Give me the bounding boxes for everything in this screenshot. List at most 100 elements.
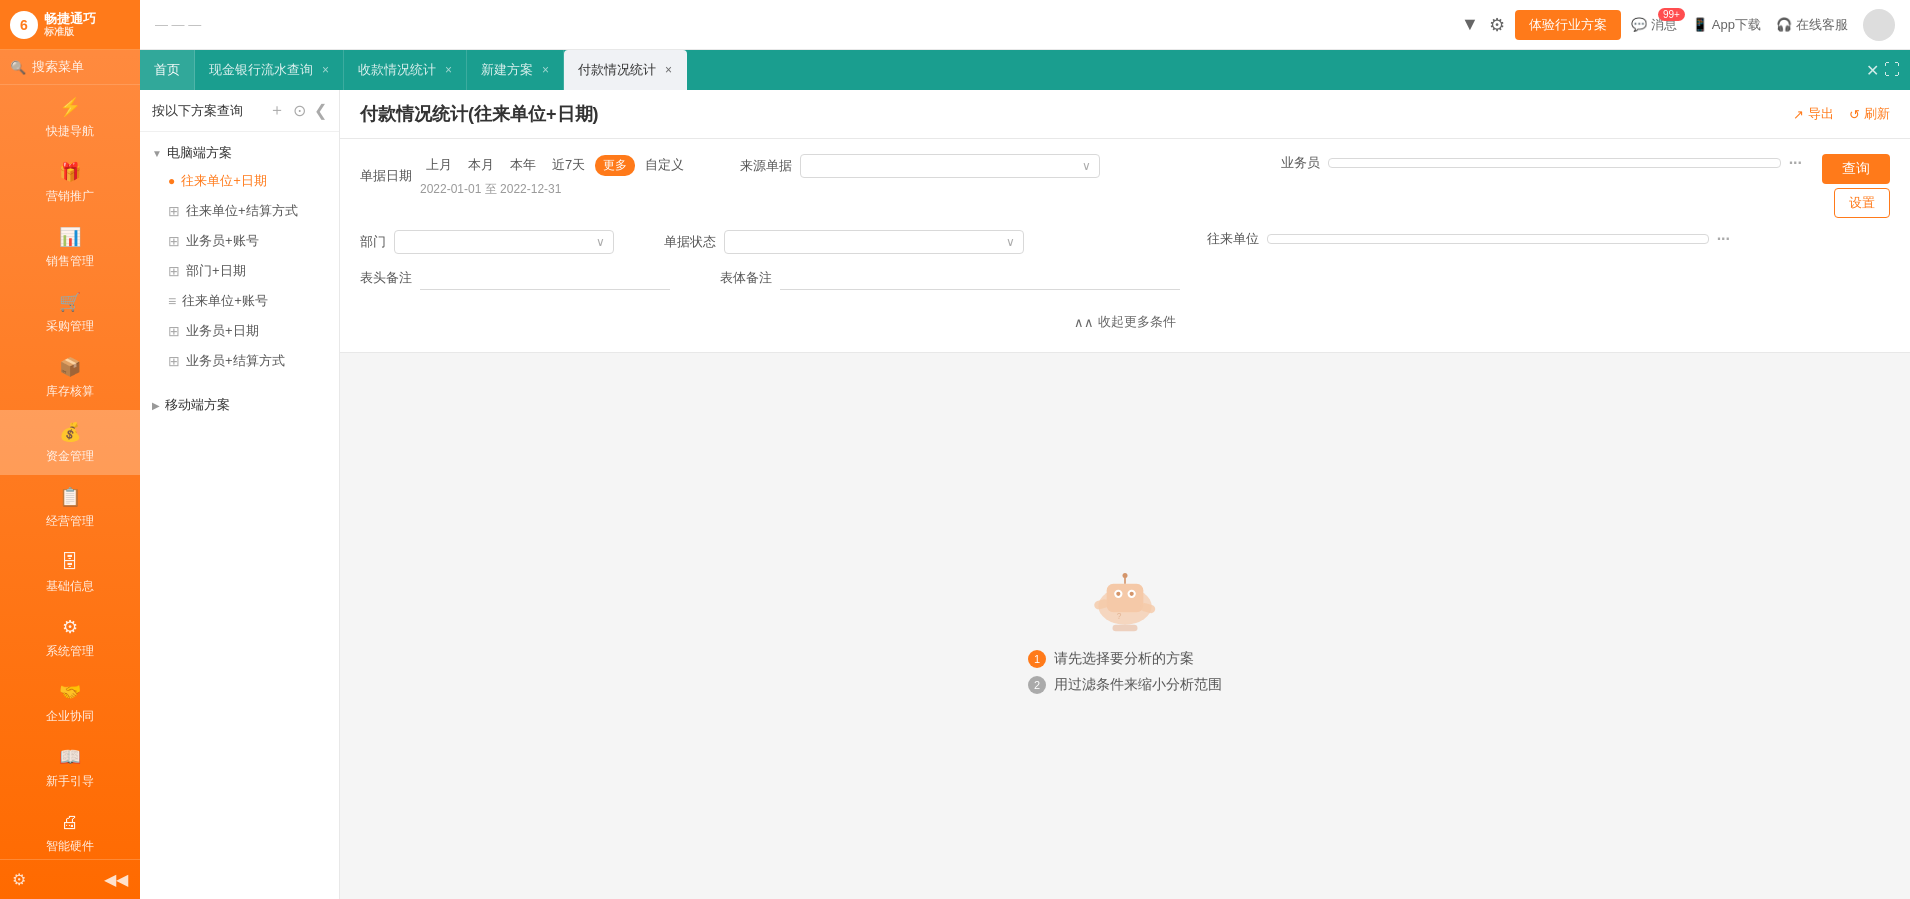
sidebar-item-hardware[interactable]: 🖨 智能硬件 bbox=[0, 800, 140, 859]
source-select[interactable]: ∨ bbox=[800, 154, 1100, 178]
scheme-item-unit-account-label: 往来单位+账号 bbox=[182, 292, 268, 310]
scheme-settings-icon[interactable]: ⊙ bbox=[293, 101, 306, 120]
sidebar-bottom: ⚙ ◀◀ bbox=[0, 859, 140, 899]
app-label: App下载 bbox=[1712, 16, 1761, 34]
scheme-item-unit-date[interactable]: ● 往来单位+日期 bbox=[140, 166, 339, 196]
scheme-item-staff-settle[interactable]: ⊞ 业务员+结算方式 bbox=[140, 346, 339, 376]
date-btn-this-year[interactable]: 本年 bbox=[504, 154, 542, 176]
scheme-group-desktop-label: 电脑端方案 bbox=[167, 144, 232, 162]
date-buttons: 上月 本月 本年 近7天 更多 自定义 bbox=[420, 154, 690, 176]
scheme-item-staff-date[interactable]: ⊞ 业务员+日期 bbox=[140, 316, 339, 346]
export-button[interactable]: ↗ 导出 bbox=[1793, 105, 1834, 123]
date-btn-more[interactable]: 更多 bbox=[595, 155, 635, 176]
collapse-label: 收起更多条件 bbox=[1098, 313, 1176, 331]
filter-settings-button[interactable]: 设置 bbox=[1834, 188, 1890, 218]
collapse-conditions-button[interactable]: ∧∧ 收起更多条件 bbox=[1054, 307, 1196, 337]
svg-point-7 bbox=[1123, 573, 1128, 578]
app-download-button[interactable]: 📱 App下载 bbox=[1692, 16, 1761, 34]
sidebar-item-label: 库存核算 bbox=[46, 383, 94, 400]
tip-num-2: 2 bbox=[1028, 676, 1046, 694]
staff-select[interactable] bbox=[1328, 158, 1781, 168]
scheme-item-dept-date[interactable]: ⊞ 部门+日期 bbox=[140, 256, 339, 286]
dept-date-icon: ⊞ bbox=[168, 263, 180, 279]
tab-home[interactable]: 首页 bbox=[140, 50, 195, 90]
tab-home-label: 首页 bbox=[154, 61, 180, 79]
sales-icon: 📊 bbox=[58, 225, 82, 249]
tab-payment[interactable]: 付款情况统计 × bbox=[564, 50, 687, 90]
scheme-group-desktop-header[interactable]: ▼ 电脑端方案 bbox=[140, 140, 339, 166]
sidebar-item-quick-nav[interactable]: ⚡ 快捷导航 bbox=[0, 85, 140, 150]
tab-close-all[interactable]: ✕ bbox=[1866, 61, 1879, 80]
collapse-up-icon: ∧∧ bbox=[1074, 315, 1094, 330]
filter-dept-item: 部门 ∨ bbox=[360, 230, 614, 254]
tbody-note-input[interactable] bbox=[780, 266, 1180, 290]
collapse-panel-icon[interactable]: ❮ bbox=[314, 101, 327, 120]
scheme-group-mobile-header[interactable]: ▶ 移动端方案 bbox=[140, 392, 339, 418]
sidebar-item-operations[interactable]: 📋 经营管理 bbox=[0, 475, 140, 540]
service-label: 在线客服 bbox=[1796, 16, 1848, 34]
scheme-item-staff-date-label: 业务员+日期 bbox=[186, 322, 259, 340]
query-actions: 查询 设置 bbox=[1822, 154, 1890, 218]
thead-note-label: 表头备注 bbox=[360, 269, 412, 287]
breadcrumb-path: — — — bbox=[155, 17, 201, 32]
dept-chevron-icon: ∨ bbox=[596, 235, 605, 249]
topbar-gear-icon[interactable]: ⚙ bbox=[1489, 14, 1505, 36]
sidebar-item-sales[interactable]: 📊 销售管理 bbox=[0, 215, 140, 280]
tab-bank-close[interactable]: × bbox=[322, 63, 329, 77]
refresh-icon: ↺ bbox=[1849, 107, 1860, 122]
sidebar-item-purchase[interactable]: 🛒 采购管理 bbox=[0, 280, 140, 345]
refresh-button[interactable]: ↺ 刷新 bbox=[1849, 105, 1890, 123]
tab-receipt[interactable]: 收款情况统计 × bbox=[344, 50, 467, 90]
svg-rect-10 bbox=[1113, 625, 1138, 632]
search-menu[interactable]: 🔍 搜索菜单 bbox=[0, 50, 140, 85]
logo-text: 畅捷通巧 标准版 bbox=[44, 11, 96, 39]
date-btn-this-month[interactable]: 本月 bbox=[462, 154, 500, 176]
docstatus-select[interactable]: ∨ bbox=[724, 230, 1024, 254]
tab-expand[interactable]: ⛶ bbox=[1884, 61, 1900, 79]
main-area: — — — ▼ ⚙ 体验行业方案 💬 消息 99+ 📱 App下载 🎧 在线客服… bbox=[140, 0, 1910, 899]
date-btn-custom[interactable]: 自定义 bbox=[639, 154, 690, 176]
sidebar-nav: ⚡ 快捷导航 🎁 营销推广 📊 销售管理 🛒 采购管理 📦 库存核算 💰 资金管… bbox=[0, 85, 140, 859]
guide-icon: 📖 bbox=[58, 745, 82, 769]
tab-new-scheme-close[interactable]: × bbox=[542, 63, 549, 77]
tabbar: 首页 现金银行流水查询 × 收款情况统计 × 新建方案 × 付款情况统计 × ✕… bbox=[140, 50, 1910, 90]
sidebar-item-capital[interactable]: 💰 资金管理 bbox=[0, 410, 140, 475]
scheme-item-unit-settle[interactable]: ⊞ 往来单位+结算方式 bbox=[140, 196, 339, 226]
tab-bank[interactable]: 现金银行流水查询 × bbox=[195, 50, 344, 90]
app-name: 畅捷通巧 bbox=[44, 11, 96, 27]
sidebar-item-marketing[interactable]: 🎁 营销推广 bbox=[0, 150, 140, 215]
scheme-item-unit-account[interactable]: ≡ 往来单位+账号 bbox=[140, 286, 339, 316]
sidebar-item-basic[interactable]: 🗄 基础信息 bbox=[0, 540, 140, 605]
thead-note-input[interactable] bbox=[420, 266, 670, 290]
relatedunit-dots-icon[interactable]: ··· bbox=[1717, 230, 1730, 248]
user-avatar[interactable] bbox=[1863, 9, 1895, 41]
collapse-sidebar-icon[interactable]: ◀◀ bbox=[104, 870, 128, 889]
tab-new-scheme[interactable]: 新建方案 × bbox=[467, 50, 564, 90]
scheme-item-unit-settle-label: 往来单位+结算方式 bbox=[186, 202, 298, 220]
breadcrumb: — — — bbox=[155, 17, 1451, 32]
topbar-settings-icon[interactable]: ▼ bbox=[1461, 14, 1479, 35]
date-label: 单据日期 bbox=[360, 167, 412, 185]
sidebar-item-inventory[interactable]: 📦 库存核算 bbox=[0, 345, 140, 410]
page-title: 付款情况统计(往来单位+日期) bbox=[360, 102, 599, 126]
settings-bottom-icon[interactable]: ⚙ bbox=[12, 870, 26, 889]
tab-receipt-close[interactable]: × bbox=[445, 63, 452, 77]
tab-payment-close[interactable]: × bbox=[665, 63, 672, 77]
query-button[interactable]: 查询 bbox=[1822, 154, 1890, 184]
staff-dots-icon[interactable]: ··· bbox=[1789, 154, 1802, 172]
sidebar-item-system[interactable]: ⚙ 系统管理 bbox=[0, 605, 140, 670]
sidebar-item-enterprise[interactable]: 🤝 企业协同 bbox=[0, 670, 140, 735]
scheme-item-staff-account[interactable]: ⊞ 业务员+账号 bbox=[140, 226, 339, 256]
add-scheme-icon[interactable]: ＋ bbox=[269, 100, 285, 121]
relatedunit-select[interactable] bbox=[1267, 234, 1709, 244]
filter-tbody-note-item: 表体备注 bbox=[720, 266, 1730, 290]
message-button[interactable]: 💬 消息 99+ bbox=[1631, 16, 1677, 34]
dept-select[interactable]: ∨ bbox=[394, 230, 614, 254]
enterprise-icon: 🤝 bbox=[58, 680, 82, 704]
date-btn-last-month[interactable]: 上月 bbox=[420, 154, 458, 176]
dept-label: 部门 bbox=[360, 233, 386, 251]
sidebar-item-guide[interactable]: 📖 新手引导 bbox=[0, 735, 140, 800]
trial-button[interactable]: 体验行业方案 bbox=[1515, 10, 1621, 40]
date-btn-last7[interactable]: 近7天 bbox=[546, 154, 591, 176]
online-service-button[interactable]: 🎧 在线客服 bbox=[1776, 16, 1848, 34]
